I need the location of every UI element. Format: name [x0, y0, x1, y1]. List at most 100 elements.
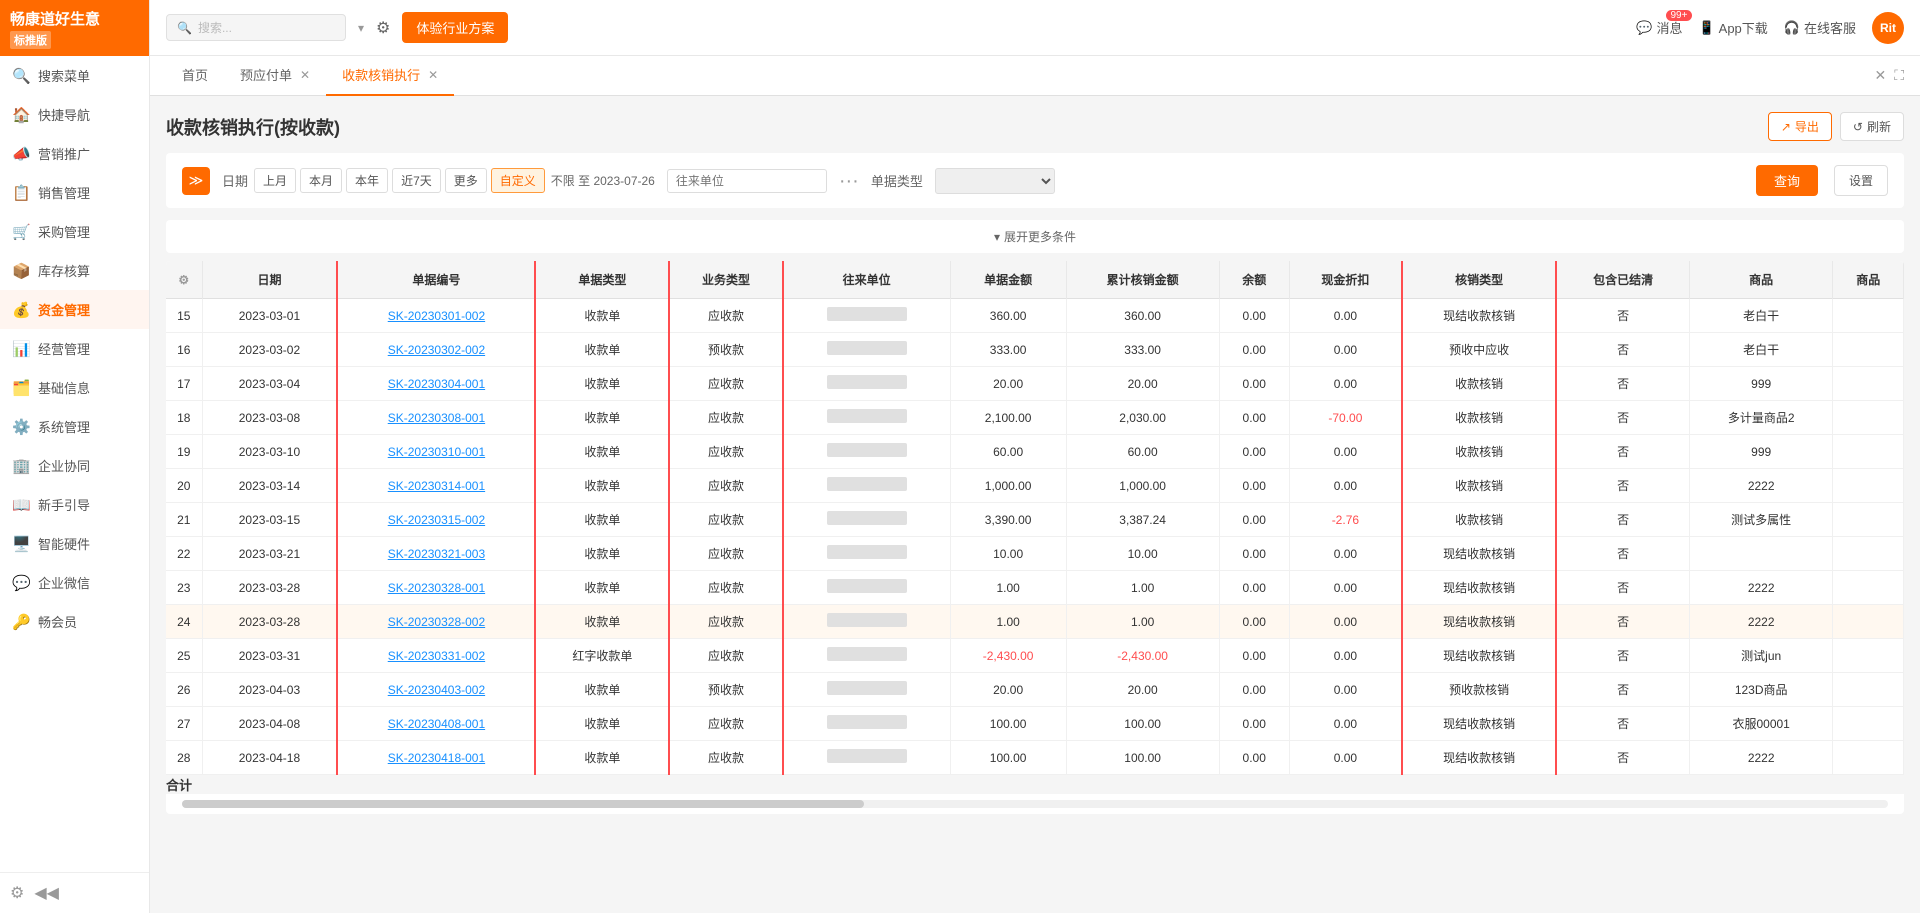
td-unit [783, 673, 950, 707]
sidebar-item-enterprise[interactable]: 🏢企业协同 [0, 446, 149, 485]
sidebar-item-guide[interactable]: 📖新手引导 [0, 485, 149, 524]
doc-link[interactable]: SK-20230314-001 [388, 479, 485, 493]
doc-link[interactable]: SK-20230308-001 [388, 411, 485, 425]
online-service-label: 在线客服 [1804, 18, 1856, 37]
app-download-item[interactable]: 📱 App下载 [1698, 18, 1767, 37]
date-btn-this-month[interactable]: 本月 [300, 168, 342, 193]
dropdown-chevron-icon[interactable]: ▾ [358, 21, 364, 35]
tab-close-all-icon[interactable]: ✕ [1874, 67, 1886, 84]
td-product1: 测试多属性 [1689, 503, 1833, 537]
sidebar-item-wechat[interactable]: 💬企业微信 [0, 563, 149, 602]
td-no: 24 [166, 605, 202, 639]
industry-btn[interactable]: 体验行业方案 [402, 12, 508, 43]
global-search[interactable]: 🔍 搜索... [166, 14, 346, 41]
date-btn-custom[interactable]: 自定义 [491, 168, 545, 193]
tab-maximize-icon[interactable]: ⛶ [1894, 67, 1904, 84]
doc-link[interactable]: SK-20230302-002 [388, 343, 485, 357]
td-unit [783, 503, 950, 537]
doc-link[interactable]: SK-20230328-001 [388, 581, 485, 595]
doc-link[interactable]: SK-20230328-002 [388, 615, 485, 629]
tab-prepay[interactable]: 预应付单 ✕ [224, 56, 326, 96]
td-product1: 2222 [1689, 469, 1833, 503]
sales-icon: 📋 [12, 184, 30, 202]
sidebar-item-operations[interactable]: 📊经营管理 [0, 329, 149, 368]
td-biztype: 应收款 [669, 571, 782, 605]
sidebar-item-marketing[interactable]: 📣营销推广 [0, 134, 149, 173]
main-area: 🔍 搜索... ▾ ⚙ 体验行业方案 💬 消息 99+ 📱 App下载 🎧 在线… [150, 0, 1920, 913]
td-product1: 老白干 [1689, 299, 1833, 333]
th-gear[interactable]: ⚙ [166, 261, 202, 299]
sidebar-item-inventory[interactable]: 📦库存核算 [0, 251, 149, 290]
unit-filter-input[interactable] [667, 169, 827, 193]
doc-link[interactable]: SK-20230304-001 [388, 377, 485, 391]
filter-toggle-btn[interactable]: ≫ [182, 167, 210, 195]
td-verifytype: 现结收款核销 [1402, 741, 1556, 775]
doc-link[interactable]: SK-20230321-003 [388, 547, 485, 561]
refresh-btn[interactable]: ↺ 刷新 [1840, 112, 1904, 141]
sidebar-label-hardware: 智能硬件 [38, 534, 90, 553]
td-included: 否 [1556, 503, 1689, 537]
expand-more-btn[interactable]: ▾ 展开更多条件 [166, 224, 1904, 249]
export-btn[interactable]: ↗ 导出 [1768, 112, 1832, 141]
doc-link[interactable]: SK-20230310-001 [388, 445, 485, 459]
wechat-icon: 💬 [12, 574, 30, 592]
messages-item[interactable]: 💬 消息 99+ [1636, 18, 1682, 37]
basic-icon: 🗂️ [12, 379, 30, 397]
doc-link[interactable]: SK-20230408-001 [388, 717, 485, 731]
td-product1: 999 [1689, 367, 1833, 401]
unit-blurred [827, 409, 907, 423]
date-filter-label: 日期 [222, 171, 248, 190]
doc-link[interactable]: SK-20230301-002 [388, 309, 485, 323]
settings-icon[interactable]: ⚙ [10, 883, 24, 903]
td-verifytype: 预收中应收 [1402, 333, 1556, 367]
table-scrollbar[interactable] [182, 800, 1888, 808]
sidebar-item-quicknav[interactable]: 🏠快捷导航 [0, 95, 149, 134]
export-icon: ↗ [1781, 120, 1791, 134]
tab-prepay-close[interactable]: ✕ [300, 68, 310, 82]
sidebar-item-hardware[interactable]: 🖥️智能硬件 [0, 524, 149, 563]
td-cumamount: 1,000.00 [1066, 469, 1219, 503]
unit-blurred [827, 681, 907, 695]
doc-link[interactable]: SK-20230403-002 [388, 683, 485, 697]
type-filter-select[interactable] [935, 168, 1055, 194]
th-unit: 往来单位 [783, 261, 950, 299]
td-discount: 0.00 [1289, 571, 1401, 605]
sidebar-item-search[interactable]: 🔍搜索菜单 [0, 56, 149, 95]
td-date: 2023-03-28 [202, 605, 337, 639]
td-amount: 60.00 [950, 435, 1066, 469]
td-verifytype: 收款核销 [1402, 367, 1556, 401]
td-product1: 2222 [1689, 605, 1833, 639]
doc-link[interactable]: SK-20230315-002 [388, 513, 485, 527]
tab-collection[interactable]: 收款核销执行 ✕ [326, 56, 454, 96]
date-btn-more[interactable]: 更多 [445, 168, 487, 193]
purchase-icon: 🛒 [12, 223, 30, 241]
td-product2 [1833, 605, 1904, 639]
sidebar-item-basic[interactable]: 🗂️基础信息 [0, 368, 149, 407]
doc-link[interactable]: SK-20230418-001 [388, 751, 485, 765]
date-btn-this-year[interactable]: 本年 [346, 168, 388, 193]
settings-btn[interactable]: 设置 [1834, 165, 1888, 196]
sidebar-item-sales[interactable]: 📋销售管理 [0, 173, 149, 212]
sidebar-item-system[interactable]: ⚙️系统管理 [0, 407, 149, 446]
td-doctype: 红字收款单 [535, 639, 669, 673]
sidebar-item-finance[interactable]: 💰资金管理 [0, 290, 149, 329]
date-btn-last-month[interactable]: 上月 [254, 168, 296, 193]
td-amount: 20.00 [950, 367, 1066, 401]
td-product2 [1833, 741, 1904, 775]
td-discount: 0.00 [1289, 707, 1401, 741]
doc-link[interactable]: SK-20230331-002 [388, 649, 485, 663]
date-btn-7days[interactable]: 近7天 [392, 168, 441, 193]
td-product1: 老白干 [1689, 333, 1833, 367]
online-service-item[interactable]: 🎧 在线客服 [1784, 18, 1856, 37]
td-biztype: 应收款 [669, 537, 782, 571]
tab-collection-close[interactable]: ✕ [428, 68, 438, 82]
sidebar-item-member[interactable]: 🔑畅会员 [0, 602, 149, 641]
collapse-icon[interactable]: ◀◀ [34, 883, 59, 903]
page-header: 收款核销执行(按收款) ↗ 导出 ↺ 刷新 [166, 112, 1904, 141]
user-avatar[interactable]: Rit [1872, 12, 1904, 44]
topbar-gear-icon[interactable]: ⚙ [376, 18, 390, 38]
tab-home[interactable]: 首页 [166, 56, 224, 96]
sidebar-item-purchase[interactable]: 🛒采购管理 [0, 212, 149, 251]
query-btn[interactable]: 查询 [1756, 165, 1818, 196]
app-edition: 标推版 [10, 31, 51, 49]
